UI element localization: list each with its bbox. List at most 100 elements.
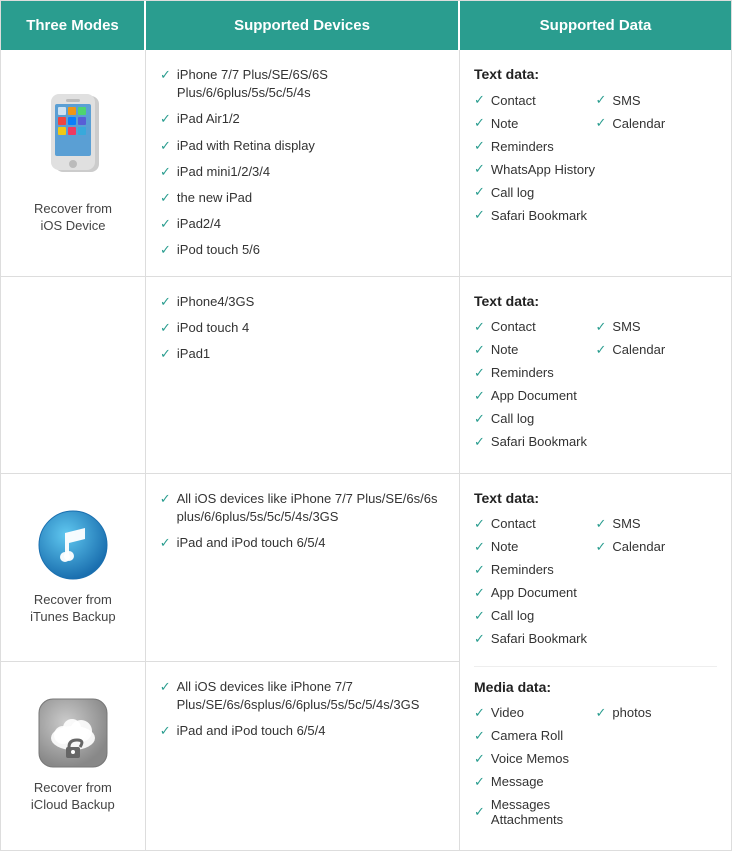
list-item: ✓iPad Air1/2 xyxy=(160,110,445,128)
check-icon: ✓ xyxy=(474,207,485,223)
list-item: ✓SMS xyxy=(596,92,718,108)
list-item: ✓Call log xyxy=(474,608,596,624)
row-old-devices: ✓iPhone4/3GS ✓iPod touch 4 ✓iPad1 Text d… xyxy=(1,277,731,474)
mode-ios-device: Recover fromiOS Device xyxy=(1,50,146,276)
header-supported-devices: Supported Devices xyxy=(146,1,460,50)
mode-ios-label: Recover fromiOS Device xyxy=(34,201,112,235)
data-old: Text data: ✓Contact ✓Note ✓Reminders ✓Ap… xyxy=(460,277,731,473)
list-item: ✓Video xyxy=(474,705,596,721)
check-icon: ✓ xyxy=(160,137,171,155)
iphone-icon xyxy=(33,90,113,193)
list-item: ✓iPad and iPod touch 6/5/4 xyxy=(160,534,445,552)
list-item: ✓Note xyxy=(474,539,596,555)
media-data-grid: ✓Video ✓Camera Roll ✓Voice Memos ✓Messag… xyxy=(474,705,717,834)
check-icon: ✓ xyxy=(474,342,485,358)
text-data-title-3: Text data: xyxy=(474,490,717,506)
list-item: ✓Calendar xyxy=(596,115,718,131)
list-item: ✓Calendar xyxy=(596,342,718,358)
mode-itunes: Recover fromiTunes Backup xyxy=(1,474,146,662)
data-col-left: ✓Contact ✓Note ✓Reminders ✓WhatsApp Hist… xyxy=(474,92,596,230)
list-item: ✓iPhone4/3GS xyxy=(160,293,445,311)
data-col-left: ✓Contact ✓Note ✓Reminders ✓App Document … xyxy=(474,516,596,654)
list-item: ✓Note xyxy=(474,115,596,131)
check-icon: ✓ xyxy=(474,411,485,427)
list-item: ✓photos xyxy=(596,705,718,721)
list-item: ✓iPad with Retina display xyxy=(160,137,445,155)
check-icon: ✓ xyxy=(160,215,171,233)
list-item: ✓Call log xyxy=(474,184,596,200)
data-ios: Text data: ✓Contact ✓Note ✓Reminders ✓Wh… xyxy=(460,50,731,276)
media-col-left: ✓Video ✓Camera Roll ✓Voice Memos ✓Messag… xyxy=(474,705,596,834)
list-item: ✓Voice Memos xyxy=(474,751,596,767)
list-item: ✓Call log xyxy=(474,411,596,427)
list-item: ✓Contact xyxy=(474,92,596,108)
check-icon: ✓ xyxy=(596,319,607,335)
check-icon: ✓ xyxy=(596,92,607,108)
check-icon: ✓ xyxy=(160,534,171,552)
check-icon: ✓ xyxy=(474,705,485,721)
list-item: ✓Contact xyxy=(474,516,596,532)
check-icon: ✓ xyxy=(474,539,485,555)
check-icon: ✓ xyxy=(474,319,485,335)
devices-ios: ✓iPhone 7/7 Plus/SE/6S/6S Plus/6/6plus/5… xyxy=(146,50,460,276)
text-data-grid-2: ✓Contact ✓Note ✓Reminders ✓App Document … xyxy=(474,319,717,457)
list-item: ✓Messages Attachments xyxy=(474,797,596,827)
list-item: ✓iPad2/4 xyxy=(160,215,445,233)
media-data-title: Media data: xyxy=(474,679,717,695)
check-icon: ✓ xyxy=(160,678,171,696)
list-item: ✓Note xyxy=(474,342,596,358)
list-item: ✓Reminders xyxy=(474,562,596,578)
text-data-title-1: Text data: xyxy=(474,66,717,82)
text-data-title-2: Text data: xyxy=(474,293,717,309)
list-item: ✓iPad1 xyxy=(160,345,445,363)
check-icon: ✓ xyxy=(596,539,607,555)
devices-itunes: ✓All iOS devices like iPhone 7/7 Plus/SE… xyxy=(146,474,459,662)
data-col-right: ✓SMS ✓Calendar xyxy=(596,92,718,230)
itunes-icon xyxy=(37,509,109,584)
list-item: ✓Safari Bookmark xyxy=(474,631,596,647)
list-item: ✓SMS xyxy=(596,516,718,532)
check-icon: ✓ xyxy=(160,293,171,311)
text-data-grid-3: ✓Contact ✓Note ✓Reminders ✓App Document … xyxy=(474,516,717,654)
itunes-illustration xyxy=(37,509,109,581)
list-item: ✓Calendar xyxy=(596,539,718,555)
check-icon: ✓ xyxy=(160,319,171,337)
check-icon: ✓ xyxy=(474,516,485,532)
check-icon: ✓ xyxy=(160,345,171,363)
list-item: ✓iPod touch 4 xyxy=(160,319,445,337)
check-icon: ✓ xyxy=(596,342,607,358)
itunes-row: Recover fromiTunes Backup ✓All iOS devic… xyxy=(1,474,459,663)
check-icon: ✓ xyxy=(474,138,485,154)
data-col-right: ✓SMS ✓Calendar xyxy=(596,516,718,654)
mode-itunes-label: Recover fromiTunes Backup xyxy=(30,592,116,626)
check-icon: ✓ xyxy=(596,705,607,721)
check-icon: ✓ xyxy=(160,110,171,128)
row-itunes-icloud: Recover fromiTunes Backup ✓All iOS devic… xyxy=(1,474,731,850)
list-item: ✓iPod touch 5/6 xyxy=(160,241,445,259)
check-icon: ✓ xyxy=(474,804,485,820)
check-icon: ✓ xyxy=(596,115,607,131)
row-ios-device: Recover fromiOS Device ✓iPhone 7/7 Plus/… xyxy=(1,50,731,277)
text-data-grid-1: ✓Contact ✓Note ✓Reminders ✓WhatsApp Hist… xyxy=(474,92,717,230)
check-icon: ✓ xyxy=(474,631,485,647)
devices-old: ✓iPhone4/3GS ✓iPod touch 4 ✓iPad1 xyxy=(146,277,460,473)
list-item: ✓App Document xyxy=(474,388,596,404)
list-item: ✓WhatsApp History xyxy=(474,161,596,177)
check-icon: ✓ xyxy=(474,161,485,177)
check-icon: ✓ xyxy=(160,722,171,740)
list-item: ✓Contact xyxy=(474,319,596,335)
data-itunes-icloud-shared: Text data: ✓Contact ✓Note ✓Reminders ✓Ap… xyxy=(460,474,731,850)
header-three-modes: Three Modes xyxy=(1,1,146,50)
check-icon: ✓ xyxy=(474,751,485,767)
list-item: ✓All iOS devices like iPhone 7/7 Plus/SE… xyxy=(160,490,445,526)
list-item: ✓Safari Bookmark xyxy=(474,434,596,450)
list-item: ✓iPad mini1/2/3/4 xyxy=(160,163,445,181)
check-icon: ✓ xyxy=(474,115,485,131)
check-icon: ✓ xyxy=(474,365,485,381)
check-icon: ✓ xyxy=(474,774,485,790)
list-item: ✓iPad and iPod touch 6/5/4 xyxy=(160,722,445,740)
mode-icloud: Recover fromiCloud Backup xyxy=(1,662,146,850)
header-supported-data: Supported Data xyxy=(460,1,731,50)
check-icon: ✓ xyxy=(474,184,485,200)
mode-icloud-label: Recover fromiCloud Backup xyxy=(31,780,115,814)
